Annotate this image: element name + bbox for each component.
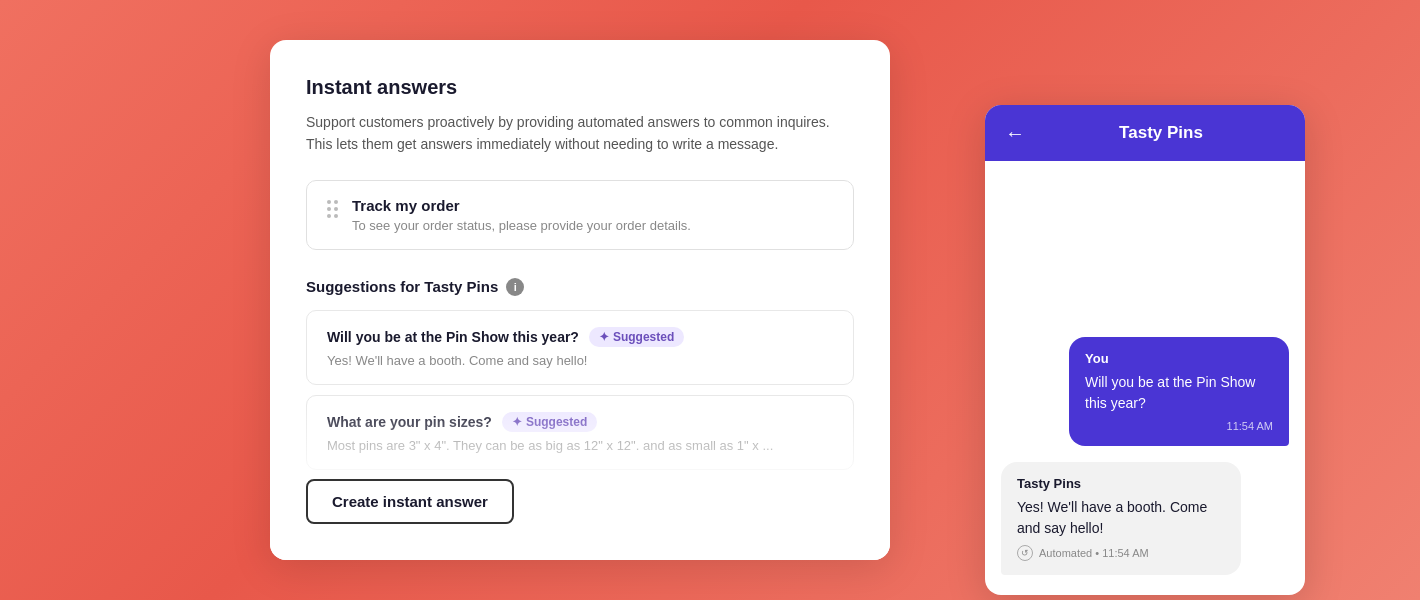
bot-message-meta: ↺ Automated • 11:54 AM	[1017, 545, 1225, 561]
info-icon[interactable]: i	[506, 278, 524, 296]
track-order-content: Track my order To see your order status,…	[352, 197, 691, 233]
suggestion-card-2[interactable]: What are your pin sizes? ✦ Suggested Mos…	[306, 395, 854, 470]
suggestion-question-1: Will you be at the Pin Show this year?	[327, 329, 579, 345]
suggested-badge-2: ✦ Suggested	[502, 412, 597, 432]
create-instant-answer-button[interactable]: Create instant answer	[306, 479, 514, 524]
bot-message-text: Yes! We'll have a booth. Come and say he…	[1017, 497, 1225, 539]
star-icon-2: ✦	[512, 415, 522, 429]
suggestion-card-1[interactable]: Will you be at the Pin Show this year? ✦…	[306, 310, 854, 385]
chat-panel: ← Tasty Pins You Will you be at the Pin …	[985, 105, 1305, 595]
suggestion-answer-1: Yes! We'll have a booth. Come and say he…	[327, 353, 833, 368]
create-btn-wrap: Create instant answer	[306, 479, 514, 524]
chat-body: You Will you be at the Pin Show this yea…	[985, 161, 1305, 595]
bot-meta-text: Automated • 11:54 AM	[1039, 547, 1149, 559]
chat-header: ← Tasty Pins	[985, 105, 1305, 161]
suggestion-question-2: What are your pin sizes?	[327, 414, 492, 430]
panel-title: Instant answers	[306, 76, 854, 99]
panel-description: Support customers proactively by providi…	[306, 111, 854, 156]
chat-header-title: Tasty Pins	[1037, 123, 1285, 143]
main-panel: Instant answers Support customers proact…	[270, 40, 890, 560]
user-message-time: 11:54 AM	[1085, 420, 1273, 432]
bot-message-sender: Tasty Pins	[1017, 476, 1225, 491]
suggested-badge-1: ✦ Suggested	[589, 327, 684, 347]
track-order-title: Track my order	[352, 197, 691, 214]
automated-icon: ↺	[1017, 545, 1033, 561]
user-message-text: Will you be at the Pin Show this year?	[1085, 372, 1273, 414]
user-message-sender: You	[1085, 351, 1273, 366]
suggestion-card-2-header: What are your pin sizes? ✦ Suggested	[327, 412, 833, 432]
chat-back-button[interactable]: ←	[1005, 123, 1025, 143]
bot-message: Tasty Pins Yes! We'll have a booth. Come…	[1001, 462, 1241, 575]
user-message: You Will you be at the Pin Show this yea…	[1069, 337, 1289, 446]
suggestions-header: Suggestions for Tasty Pins i	[306, 278, 854, 296]
track-order-card[interactable]: Track my order To see your order status,…	[306, 180, 854, 250]
suggestion-answer-2: Most pins are 3" x 4". They can be as bi…	[327, 438, 833, 453]
suggestions-title: Suggestions for Tasty Pins	[306, 278, 498, 295]
drag-handle	[327, 197, 338, 218]
suggestion-card-1-header: Will you be at the Pin Show this year? ✦…	[327, 327, 833, 347]
track-order-description: To see your order status, please provide…	[352, 218, 691, 233]
star-icon-1: ✦	[599, 330, 609, 344]
scene: Instant answers Support customers proact…	[0, 0, 1420, 600]
